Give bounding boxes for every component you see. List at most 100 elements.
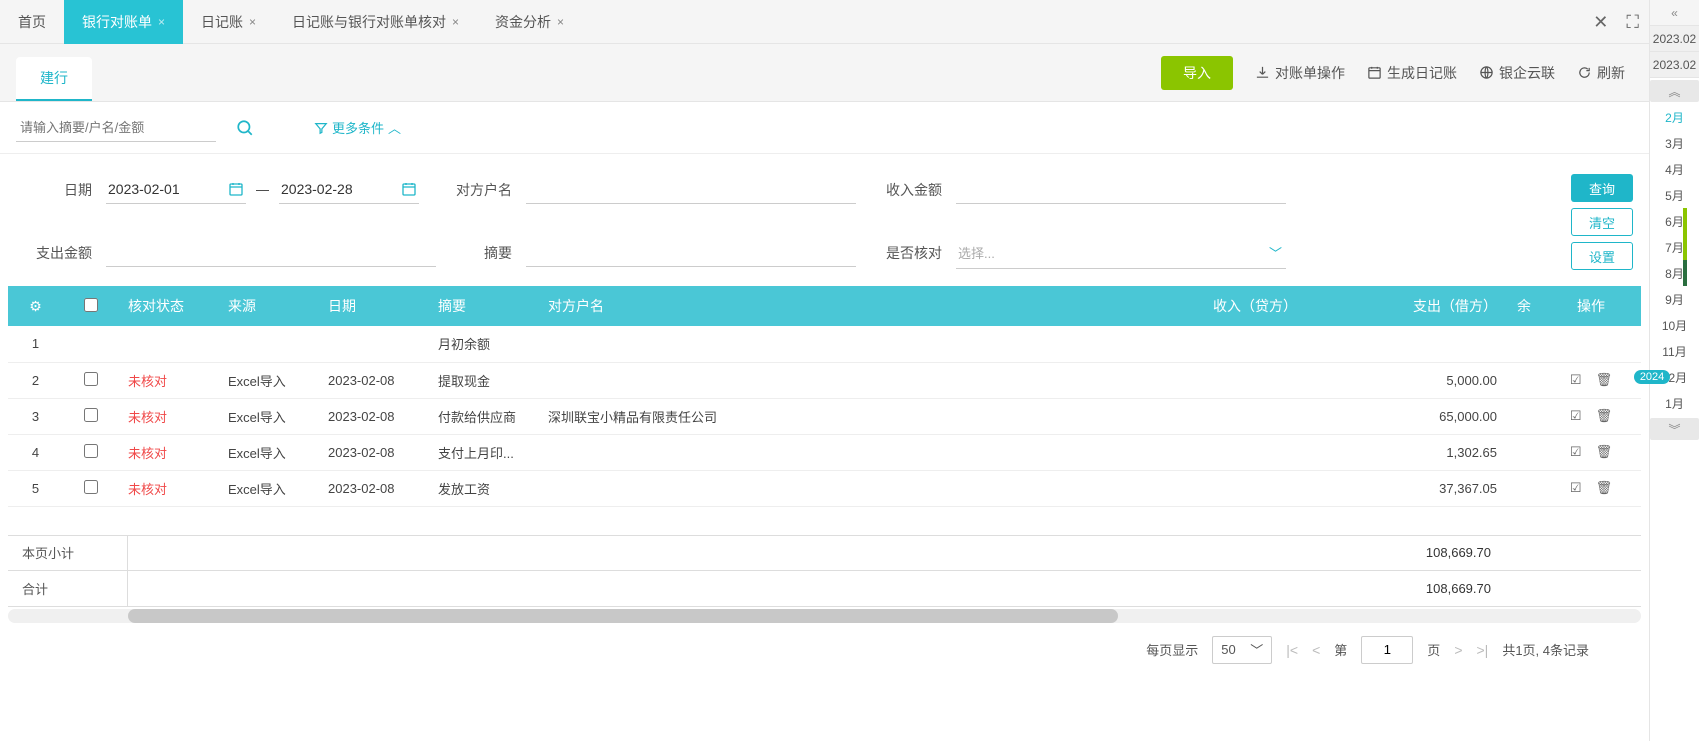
delete-icon[interactable]: 🗑 [1596,372,1613,388]
sub-tab-ccb[interactable]: 建行 [16,57,92,101]
summary-section: 本页小计 108,669.70 合计 108,669.70 [8,535,1641,607]
rail-month[interactable]: 8月 [1662,260,1687,286]
rail-year[interactable]: 2023.02 [1650,26,1699,52]
delete-icon[interactable]: 🗑 [1596,444,1613,460]
source-cell: Excel导入 [218,470,318,506]
fullscreen-icon[interactable]: ⛶ [1626,12,1639,33]
filter-icon [314,121,328,135]
rail-month[interactable]: 7月 [1662,234,1687,260]
select-all-checkbox[interactable] [84,298,98,312]
per-page-label: 每页显示 [1146,640,1198,659]
top-tab-home[interactable]: 首页 [0,0,64,44]
reconciled-select[interactable]: 选择... ﹀ [956,237,1286,269]
rail-month[interactable]: 5月 [1662,182,1687,208]
delete-icon[interactable]: 🗑 [1596,408,1613,424]
income-cell [1107,398,1307,434]
bank-cloud-link[interactable]: 银企云联 [1479,63,1555,83]
date-label: 日期 [16,180,106,200]
top-tab-bar: 首页 银行对账单× 日记账× 日记账与银行对账单核对× 资金分析× ✕ ⛶ [0,0,1649,44]
total-label: 合计 [8,571,128,606]
rail-year[interactable]: 2023.02 [1650,52,1699,78]
check-icon[interactable]: ☑ [1570,408,1582,424]
gear-icon[interactable]: ⚙ [29,298,42,314]
summary-cell: 支付上月印... [428,434,538,470]
refresh-link[interactable]: 刷新 [1577,63,1625,83]
date-sep: — [256,182,269,197]
rail-month[interactable]: 4月 [1662,156,1687,182]
expense-cell: 65,000.00 [1307,398,1507,434]
top-tab-reconcile[interactable]: 日记账与银行对账单核对× [274,0,477,44]
summary-label: 摘要 [436,243,526,263]
last-page-button[interactable]: >| [1477,642,1489,658]
row-number: 5 [8,470,63,506]
expense-input[interactable] [106,239,436,267]
rail-expand-button[interactable]: « [1650,0,1699,26]
total-value: 108,669.70 [1426,571,1491,606]
status-cell: 未核对 [128,446,167,461]
close-icon[interactable]: × [158,15,165,29]
date-end-input[interactable]: 2023-02-28 [279,175,419,204]
sub-toolbar: 建行 导入 对账单操作 生成日记账 银企云联 刷新 [0,44,1649,102]
close-icon[interactable]: × [557,15,564,29]
next-page-button[interactable]: > [1454,642,1462,658]
income-input[interactable] [956,176,1286,204]
calendar-icon[interactable] [228,179,244,196]
rail-month[interactable]: 12月2024 [1662,364,1687,390]
clear-button[interactable]: 清空 [1571,208,1633,236]
prev-page-button[interactable]: < [1312,642,1320,658]
row-checkbox[interactable] [84,480,98,494]
status-cell: 未核对 [128,410,167,425]
date-start-input[interactable]: 2023-02-01 [106,175,246,204]
rail-month[interactable]: 6月 [1662,208,1687,234]
query-button[interactable]: 查询 [1571,174,1633,202]
col-counterparty: 对方户名 [538,286,1107,326]
search-input[interactable] [16,114,216,142]
source-cell: Excel导入 [218,362,318,398]
check-icon[interactable]: ☑ [1570,480,1582,496]
import-button[interactable]: 导入 [1161,56,1233,90]
row-checkbox[interactable] [84,444,98,458]
counterparty-label: 对方户名 [436,180,526,200]
counterparty-input[interactable] [526,176,856,204]
page-input[interactable] [1361,636,1413,664]
summary-cell: 付款给供应商 [428,398,538,434]
delete-icon[interactable]: 🗑 [1596,480,1613,496]
settings-button[interactable]: 设置 [1571,242,1633,270]
row-number: 2 [8,362,63,398]
row-number: 1 [8,326,63,362]
calendar-icon[interactable] [401,179,417,196]
per-page-select[interactable]: 50 ﹀ [1212,636,1272,664]
close-all-icon[interactable]: ✕ [1593,12,1608,33]
generate-journal-link[interactable]: 生成日记账 [1367,63,1457,83]
rail-month[interactable]: 9月 [1662,286,1687,312]
horizontal-scrollbar[interactable] [8,609,1641,623]
rail-month[interactable]: 1月 [1662,390,1687,416]
check-icon[interactable]: ☑ [1570,372,1582,388]
close-icon[interactable]: × [452,15,459,29]
row-checkbox[interactable] [84,372,98,386]
top-tab-bank-statement[interactable]: 银行对账单× [64,0,183,44]
col-ops: 操作 [1541,286,1641,326]
rail-scroll-down[interactable]: ︾ [1650,418,1699,440]
rail-month[interactable]: 11月 [1662,338,1687,364]
status-cell: 未核对 [128,482,167,497]
top-tab-journal[interactable]: 日记账× [183,0,274,44]
refresh-icon [1577,65,1592,80]
statement-ops-link[interactable]: 对账单操作 [1255,63,1345,83]
chevron-up-icon: ︿ [388,118,401,137]
close-icon[interactable]: × [249,15,256,29]
search-icon[interactable] [236,119,254,137]
top-tab-fund-analysis[interactable]: 资金分析× [477,0,582,44]
date-cell: 2023-02-08 [318,470,428,506]
check-icon[interactable]: ☑ [1570,444,1582,460]
rail-month[interactable]: 10月 [1662,312,1687,338]
first-page-button[interactable]: |< [1286,642,1298,658]
summary-input[interactable] [526,239,856,267]
income-cell [1107,362,1307,398]
more-filter-toggle[interactable]: 更多条件 ︿ [314,118,401,137]
rail-scroll-up[interactable]: ︽ [1650,80,1699,102]
row-checkbox[interactable] [84,408,98,422]
rail-month[interactable]: 3月 [1662,130,1687,156]
rail-month[interactable]: 2月 [1662,104,1687,130]
page-info: 共1页, 4条记录 [1502,640,1589,659]
